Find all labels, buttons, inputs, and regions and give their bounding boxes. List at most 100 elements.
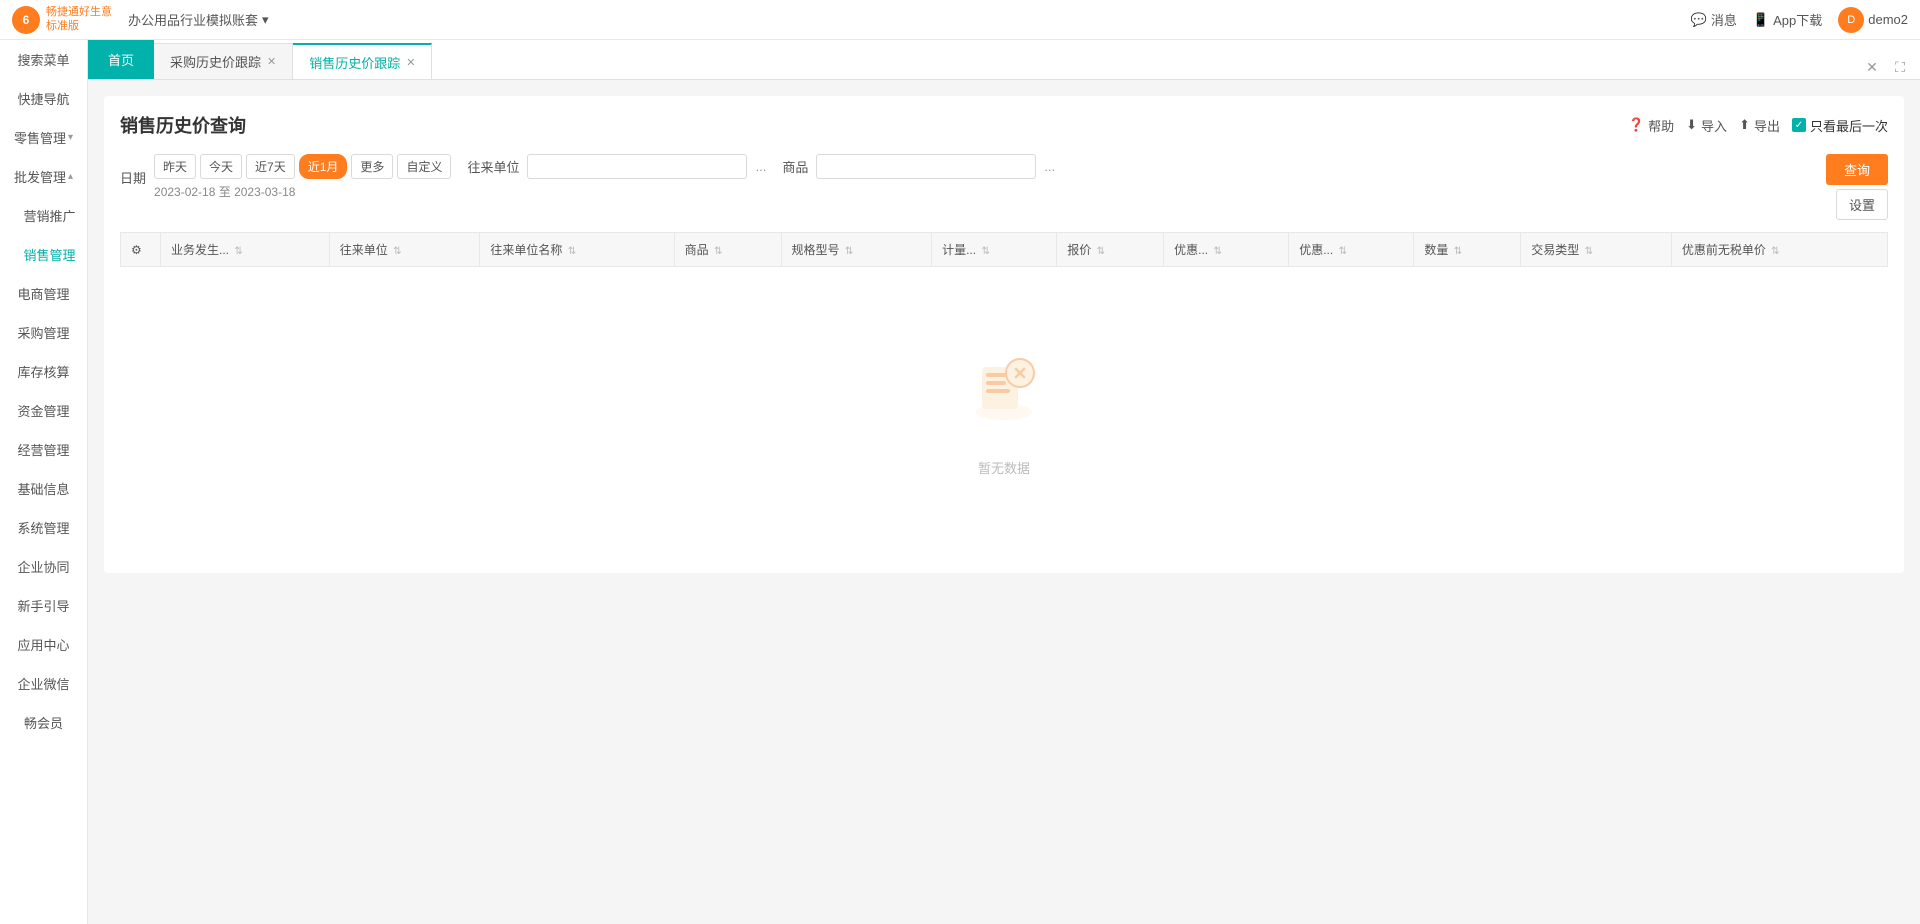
help-label: 帮助 [1648, 116, 1674, 135]
th-settings[interactable]: ⚙ [121, 233, 161, 267]
sidebar-item-sales[interactable]: 销售管理 [0, 235, 87, 274]
sidebar-item-basic[interactable]: 基础信息 [0, 469, 87, 508]
th-partner-name[interactable]: 往来单位名称 ⇅ [480, 233, 674, 267]
date-7days[interactable]: 近7天 [246, 154, 295, 179]
top-bar-left: 6 畅捷通好生意 标准版 办公用品行业模拟账套 ▾ [12, 6, 277, 34]
sidebar-item-retail[interactable]: 零售管理 ▾ [0, 118, 87, 157]
sort-icon-quantity: ⇅ [1454, 246, 1462, 257]
tab-sales-history[interactable]: 销售历史价跟踪 ✕ [293, 43, 432, 79]
page-title-bar: 销售历史价查询 ❓ 帮助 ⬇ 导入 ⬆ 导出 [120, 112, 1888, 138]
date-custom[interactable]: 自定义 [397, 154, 451, 179]
th-unit[interactable]: 计量... ⇅ [932, 233, 1057, 267]
sidebar-item-marketing[interactable]: 营销推广 [0, 196, 87, 235]
sort-icon-discount2: ⇅ [1339, 246, 1347, 257]
tab-sales-close[interactable]: ✕ [406, 56, 415, 69]
sidebar-item-enterprise[interactable]: 企业协同 [0, 547, 87, 586]
last-only-checkbox-area[interactable]: ✓ 只看最后一次 [1792, 116, 1888, 135]
tab-home[interactable]: 首页 [88, 40, 154, 79]
sort-icon-discount1: ⇅ [1213, 246, 1221, 257]
top-bar: 6 畅捷通好生意 标准版 办公用品行业模拟账套 ▾ 💬 消息 📱 App下载 D… [0, 0, 1920, 40]
export-icon: ⬆ [1739, 117, 1750, 133]
th-partner-code-label: 往来单位 [340, 243, 388, 257]
partner-input[interactable] [527, 154, 747, 179]
import-btn[interactable]: ⬇ 导入 [1686, 116, 1727, 135]
sort-icon-pretax-price: ⇅ [1771, 246, 1779, 257]
product-input[interactable] [816, 154, 1036, 179]
sidebar-item-quick-nav[interactable]: 快捷导航 [0, 79, 87, 118]
th-quote[interactable]: 报价 ⇅ [1057, 233, 1164, 267]
th-discount1[interactable]: 优惠... ⇅ [1164, 233, 1289, 267]
sidebar-label-search: 搜索菜单 [17, 50, 69, 69]
settings-button[interactable]: 设置 [1836, 189, 1888, 220]
sort-icon-trade-type: ⇅ [1585, 246, 1593, 257]
page-title: 销售历史价查询 [120, 112, 246, 138]
tab-maximize-btn[interactable]: ⛶ [1888, 55, 1912, 79]
avatar: D [1838, 7, 1864, 33]
th-trade-type[interactable]: 交易类型 ⇅ [1521, 233, 1672, 267]
search-button[interactable]: 查询 [1826, 154, 1888, 185]
logo-icon: 6 [12, 6, 40, 34]
th-quantity[interactable]: 数量 ⇅ [1414, 233, 1521, 267]
sidebar-label-sales: 销售管理 [23, 245, 75, 264]
date-range-display: 2023-02-18 至 2023-03-18 [154, 183, 451, 200]
message-icon: 💬 [1691, 12, 1707, 28]
partner-dots[interactable]: ... [755, 159, 766, 174]
sidebar-label-enterprise: 企业协同 [17, 557, 69, 576]
sidebar-item-guide[interactable]: 新手引导 [0, 586, 87, 625]
top-bar-right: 💬 消息 📱 App下载 D demo2 [1691, 7, 1908, 33]
sidebar-item-operations[interactable]: 经营管理 [0, 430, 87, 469]
th-pretax-price[interactable]: 优惠前无税单价 ⇅ [1671, 233, 1887, 267]
th-partner-code[interactable]: 往来单位 ⇅ [329, 233, 480, 267]
app-download-btn[interactable]: 📱 App下载 [1753, 10, 1822, 29]
date-1month[interactable]: 近1月 [299, 154, 348, 179]
download-icon: 📱 [1753, 12, 1769, 28]
product-dots[interactable]: ... [1044, 159, 1055, 174]
th-biz-date[interactable]: 业务发生... ⇅ [161, 233, 330, 267]
sidebar: 搜索菜单 快捷导航 零售管理 ▾ 批发管理 ▴ 营销推广 销售管理 电商管理 采… [0, 40, 88, 924]
tab-purchase-close[interactable]: ✕ [267, 55, 276, 68]
last-only-checkbox[interactable]: ✓ [1792, 118, 1806, 132]
sidebar-item-apps[interactable]: 应用中心 [0, 625, 87, 664]
sidebar-label-marketing: 营销推广 [23, 206, 75, 225]
product-filter-label: 商品 [782, 157, 808, 176]
sidebar-label-quick-nav: 快捷导航 [17, 89, 69, 108]
sidebar-item-search[interactable]: 搜索菜单 [0, 40, 87, 79]
sidebar-label-finance: 资金管理 [17, 401, 69, 420]
date-filter-label: 日期 [120, 168, 146, 187]
date-filter-btns: 昨天 今天 近7天 近1月 更多 自定义 [154, 154, 451, 179]
sidebar-label-member: 畅会员 [24, 713, 63, 732]
tab-purchase-history[interactable]: 采购历史价跟踪 ✕ [154, 43, 293, 79]
sidebar-label-ecommerce: 电商管理 [17, 284, 69, 303]
date-today[interactable]: 今天 [200, 154, 242, 179]
sidebar-item-wholesale[interactable]: 批发管理 ▴ [0, 157, 87, 196]
th-discount2[interactable]: 优惠... ⇅ [1289, 233, 1414, 267]
chevron-down-icon: ▾ [262, 12, 269, 28]
sidebar-label-guide: 新手引导 [17, 596, 69, 615]
import-label: 导入 [1701, 116, 1727, 135]
th-product-label: 商品 [685, 243, 709, 257]
filter-action-btns: 查询 设置 [1826, 154, 1888, 220]
main-layout: 搜索菜单 快捷导航 零售管理 ▾ 批发管理 ▴ 营销推广 销售管理 电商管理 采… [0, 40, 1920, 924]
sidebar-item-system[interactable]: 系统管理 [0, 508, 87, 547]
th-spec[interactable]: 规格型号 ⇅ [781, 233, 932, 267]
date-yesterday[interactable]: 昨天 [154, 154, 196, 179]
sidebar-item-ecommerce[interactable]: 电商管理 [0, 274, 87, 313]
sort-icon-spec: ⇅ [845, 246, 853, 257]
sidebar-item-finance[interactable]: 资金管理 [0, 391, 87, 430]
export-btn[interactable]: ⬆ 导出 [1739, 116, 1780, 135]
sidebar-label-retail: 零售管理 [14, 128, 66, 147]
sort-icon-biz-date: ⇅ [234, 246, 242, 257]
message-btn[interactable]: 💬 消息 [1691, 10, 1737, 29]
sidebar-item-wechat[interactable]: 企业微信 [0, 664, 87, 703]
date-more[interactable]: 更多 [351, 154, 393, 179]
tab-close-btn[interactable]: ✕ [1860, 55, 1884, 79]
th-product[interactable]: 商品 ⇅ [674, 233, 781, 267]
product-filter-group: 商品 ... [782, 154, 1055, 179]
sidebar-item-member[interactable]: 畅会员 [0, 703, 87, 742]
app-selector[interactable]: 办公用品行业模拟账套 ▾ [120, 6, 277, 33]
sidebar-item-inventory[interactable]: 库存核算 [0, 352, 87, 391]
table-header-row: ⚙ 业务发生... ⇅ 往来单位 ⇅ 往来单位名称 ⇅ [121, 233, 1888, 267]
help-btn[interactable]: ❓ 帮助 [1628, 116, 1674, 135]
user-menu[interactable]: D demo2 [1838, 7, 1908, 33]
sidebar-item-purchase[interactable]: 采购管理 [0, 313, 87, 352]
